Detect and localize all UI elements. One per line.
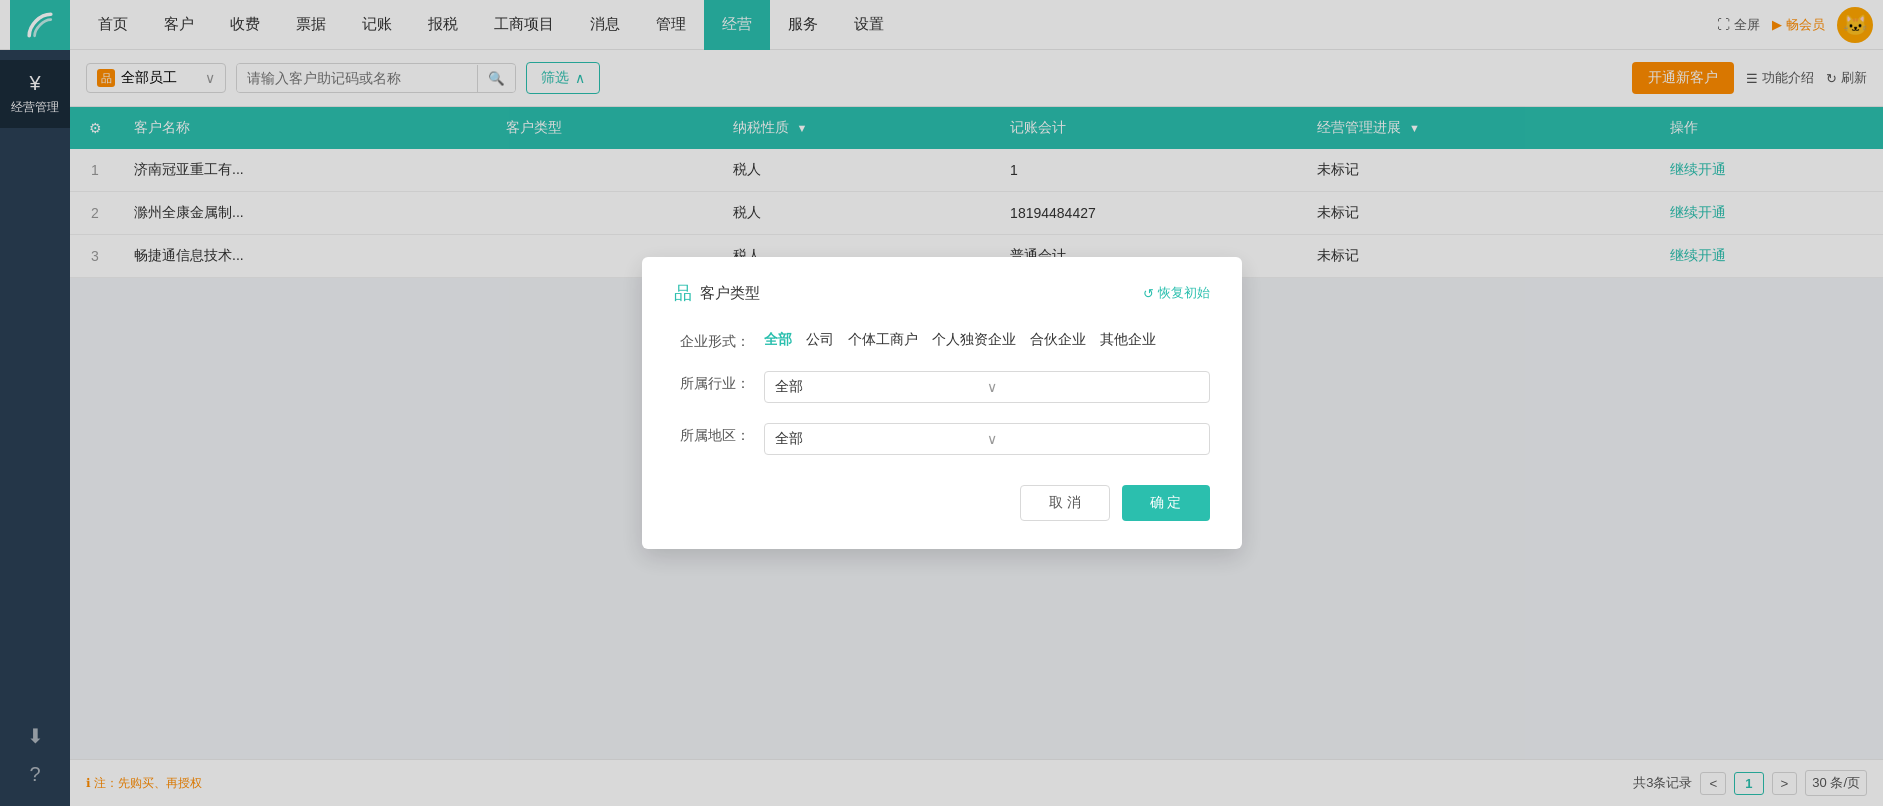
enterprise-form-content: 全部 公司 个体工商户 个人独资企业 合伙企业 其他企业 (764, 329, 1210, 349)
dialog-header: 品 客户类型 ↺ 恢复初始 (674, 281, 1210, 305)
region-chevron-icon: ∨ (987, 431, 1199, 447)
restore-icon: ↺ (1143, 286, 1154, 301)
enterprise-options: 全部 公司 个体工商户 个人独资企业 合伙企业 其他企业 (764, 329, 1210, 349)
region-content: 全部 ∨ (764, 423, 1210, 455)
dialog-title: 品 客户类型 (674, 281, 760, 305)
enterprise-form-label: 企业形式： (674, 329, 764, 351)
option-company[interactable]: 公司 (806, 331, 834, 349)
region-value: 全部 (775, 430, 987, 448)
enterprise-form-row: 企业形式： 全部 公司 个体工商户 个人独资企业 合伙企业 其他企业 (674, 329, 1210, 351)
region-select[interactable]: 全部 ∨ (764, 423, 1210, 455)
dialog-overlay: 品 客户类型 ↺ 恢复初始 企业形式： 全部 公司 个体工商户 个人独资企业 合… (0, 0, 1883, 806)
option-partnership[interactable]: 合伙企业 (1030, 331, 1086, 349)
industry-form-row: 所属行业： 全部 ∨ (674, 371, 1210, 403)
cancel-button[interactable]: 取 消 (1020, 485, 1110, 521)
industry-content: 全部 ∨ (764, 371, 1210, 403)
industry-select[interactable]: 全部 ∨ (764, 371, 1210, 403)
industry-label: 所属行业： (674, 371, 764, 393)
restore-button[interactable]: ↺ 恢复初始 (1143, 284, 1210, 302)
option-individual[interactable]: 个体工商户 (848, 331, 918, 349)
region-label: 所属地区： (674, 423, 764, 445)
dialog-footer: 取 消 确 定 (674, 485, 1210, 521)
dialog-title-icon: 品 (674, 281, 692, 305)
dialog-title-text: 客户类型 (700, 284, 760, 303)
industry-chevron-icon: ∨ (987, 379, 1199, 395)
region-form-row: 所属地区： 全部 ∨ (674, 423, 1210, 455)
confirm-button[interactable]: 确 定 (1122, 485, 1210, 521)
option-all[interactable]: 全部 (764, 331, 792, 349)
option-other[interactable]: 其他企业 (1100, 331, 1156, 349)
customer-type-dialog: 品 客户类型 ↺ 恢复初始 企业形式： 全部 公司 个体工商户 个人独资企业 合… (642, 257, 1242, 549)
option-sole[interactable]: 个人独资企业 (932, 331, 1016, 349)
industry-value: 全部 (775, 378, 987, 396)
